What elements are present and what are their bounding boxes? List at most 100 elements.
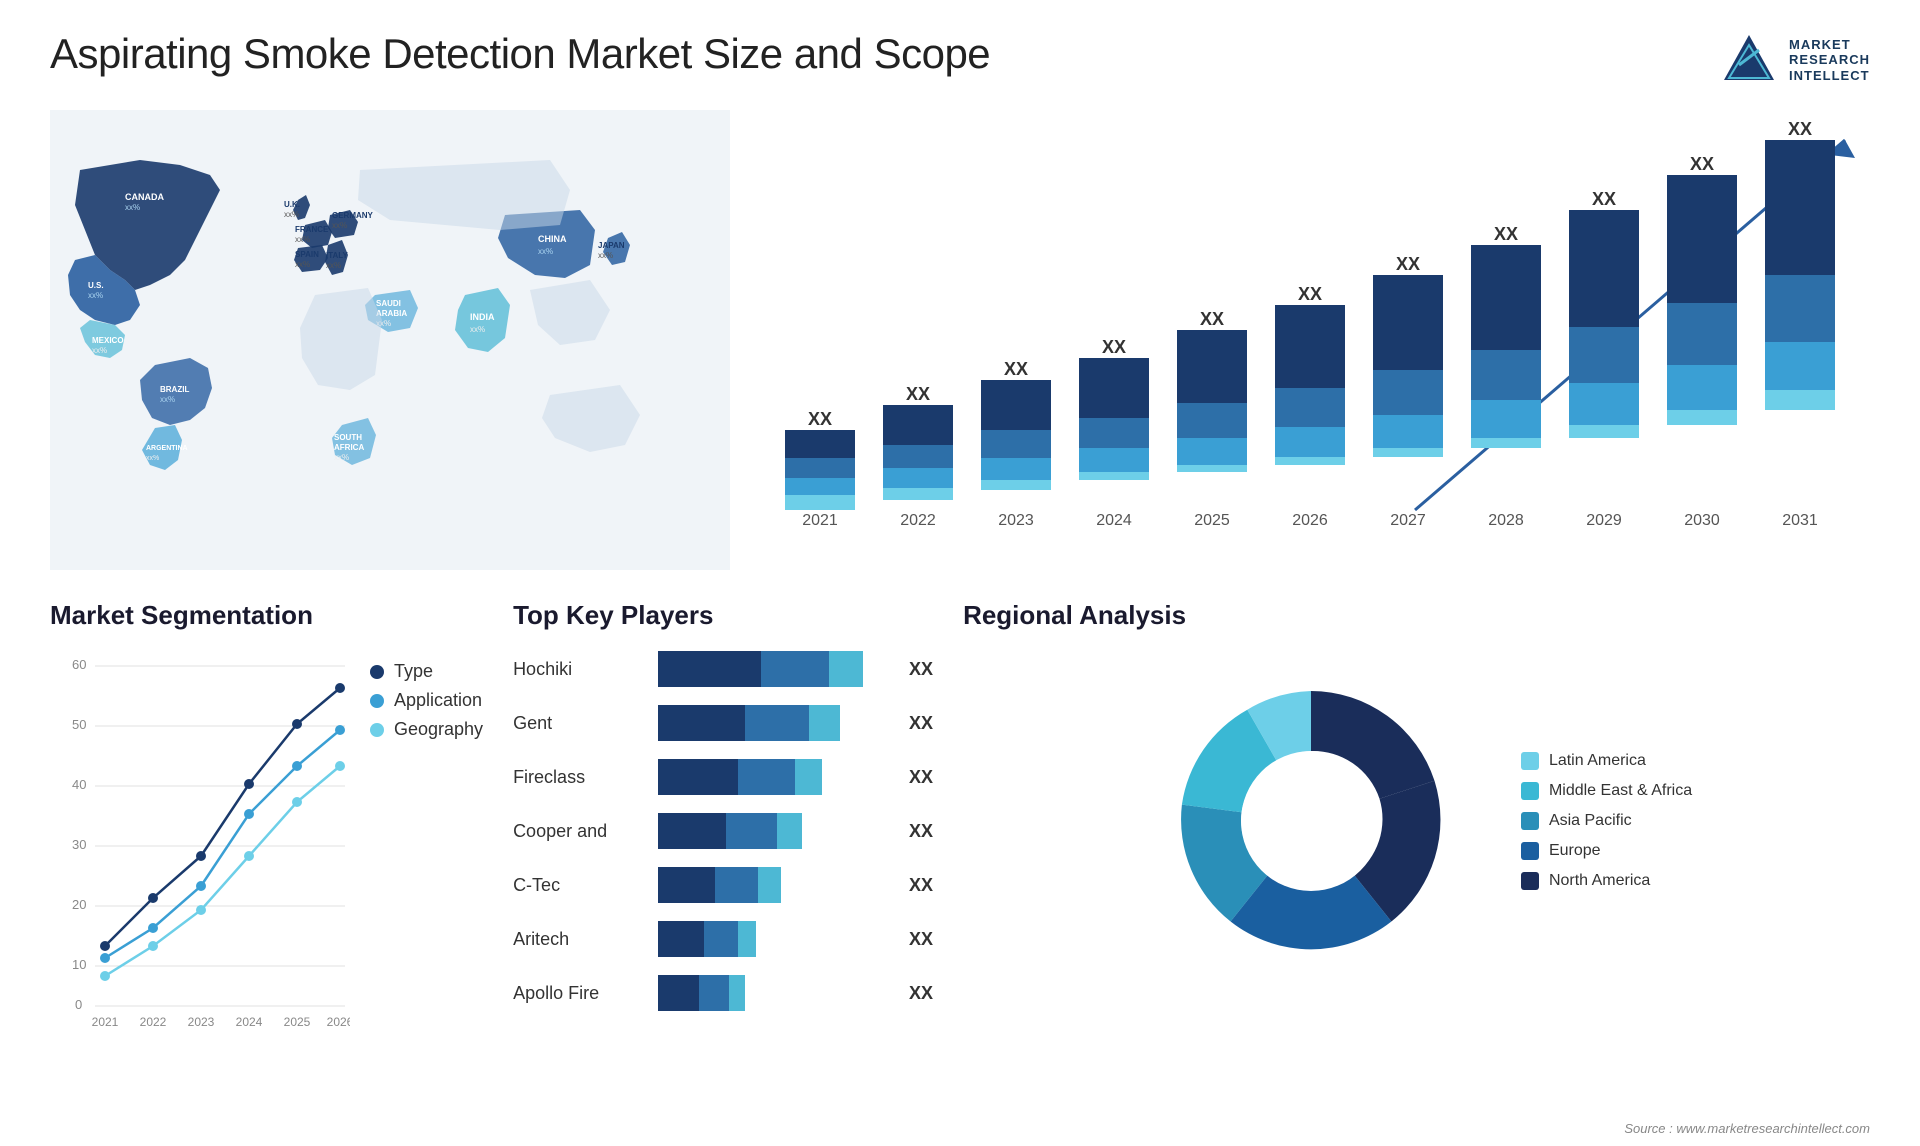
svg-text:SAUDI: SAUDI — [376, 299, 401, 308]
world-map: CANADA xx% U.S. xx% MEXICO xx% BRAZIL xx… — [50, 110, 730, 570]
player-name-fireclass: Fireclass — [513, 767, 643, 788]
svg-text:xx%: xx% — [125, 203, 140, 212]
svg-text:30: 30 — [72, 837, 86, 852]
asia-pacific-color — [1521, 812, 1539, 830]
player-row-cooper: Cooper and XX — [513, 813, 933, 849]
legend-mea: Middle East & Africa — [1521, 782, 1692, 800]
svg-text:XX: XX — [1494, 224, 1518, 244]
svg-text:2025: 2025 — [1194, 512, 1230, 529]
svg-text:2023: 2023 — [188, 1015, 215, 1029]
svg-text:xx%: xx% — [92, 346, 107, 355]
page-container: Aspirating Smoke Detection Market Size a… — [0, 0, 1920, 1146]
svg-text:2021: 2021 — [802, 512, 838, 529]
svg-text:50: 50 — [72, 717, 86, 732]
svg-text:2030: 2030 — [1684, 512, 1720, 529]
page-title: Aspirating Smoke Detection Market Size a… — [50, 30, 990, 78]
bar-chart-svg: XX 2021 XX 2022 XX 2023 — [760, 110, 1870, 570]
svg-text:xx%: xx% — [332, 221, 347, 230]
svg-text:GERMANY: GERMANY — [332, 211, 374, 220]
player-bar-fireclass — [658, 759, 886, 795]
fireclass-xx: XX — [909, 767, 933, 788]
segmentation-legend: Type Application Geography — [370, 661, 483, 1031]
legend-north-america: North America — [1521, 872, 1692, 890]
legend-europe: Europe — [1521, 842, 1692, 860]
logo-text: MARKET RESEARCH INTELLECT — [1789, 37, 1870, 84]
svg-text:ARABIA: ARABIA — [376, 309, 407, 318]
player-bar-apollo — [658, 975, 886, 1011]
svg-text:xx%: xx% — [295, 260, 310, 269]
player-bar-aritech — [658, 921, 886, 957]
segmentation-title: Market Segmentation — [50, 600, 483, 631]
svg-text:2024: 2024 — [236, 1015, 263, 1029]
player-list: Hochiki XX Gent — [513, 651, 933, 1011]
regional-section: Regional Analysis — [963, 600, 1870, 1080]
player-row-ctec: C-Tec XX — [513, 867, 933, 903]
legend-type: Type — [370, 661, 483, 682]
legend-application: Application — [370, 690, 483, 711]
donut-wrapper: Latin America Middle East & Africa Asia … — [963, 651, 1870, 991]
latin-america-color — [1521, 752, 1539, 770]
player-row-hochiki: Hochiki XX — [513, 651, 933, 687]
svg-text:40: 40 — [72, 777, 86, 792]
svg-text:ITALY: ITALY — [326, 251, 348, 260]
ctec-xx: XX — [909, 875, 933, 896]
segmentation-section: Market Segmentation 60 50 40 30 20 10 0 — [50, 600, 483, 1080]
mea-label: Middle East & Africa — [1549, 782, 1692, 800]
svg-text:2031: 2031 — [1782, 512, 1818, 529]
key-players-section: Top Key Players Hochiki XX Gent — [513, 600, 933, 1080]
svg-text:XX: XX — [1298, 284, 1322, 304]
player-row-gent: Gent XX — [513, 705, 933, 741]
svg-text:XX: XX — [1690, 154, 1714, 174]
svg-text:U.K.: U.K. — [284, 200, 300, 209]
mea-color — [1521, 782, 1539, 800]
svg-text:xx%: xx% — [470, 325, 485, 334]
north-america-label: North America — [1549, 872, 1650, 890]
svg-text:XX: XX — [1396, 254, 1420, 274]
svg-text:BRAZIL: BRAZIL — [160, 385, 189, 394]
svg-text:2027: 2027 — [1390, 512, 1426, 529]
asia-pacific-label: Asia Pacific — [1549, 812, 1632, 830]
player-row-aritech: Aritech XX — [513, 921, 933, 957]
svg-text:2029: 2029 — [1586, 512, 1622, 529]
legend-asia-pacific: Asia Pacific — [1521, 812, 1692, 830]
north-america-color — [1521, 872, 1539, 890]
svg-text:XX: XX — [808, 409, 832, 429]
geography-dot — [370, 723, 384, 737]
logo-icon — [1719, 30, 1779, 90]
svg-text:60: 60 — [72, 657, 86, 672]
svg-text:CHINA: CHINA — [538, 234, 567, 244]
apollo-xx: XX — [909, 983, 933, 1004]
player-bar-hochiki — [658, 651, 886, 687]
svg-text:xx%: xx% — [334, 453, 349, 462]
svg-text:10: 10 — [72, 957, 86, 972]
player-name-gent: Gent — [513, 713, 643, 734]
svg-text:2026: 2026 — [327, 1015, 350, 1029]
type-label: Type — [394, 661, 433, 682]
donut-chart-v2 — [1141, 651, 1481, 991]
svg-text:20: 20 — [72, 897, 86, 912]
svg-text:xx%: xx% — [326, 261, 341, 270]
europe-label: Europe — [1549, 842, 1601, 860]
top-row: CANADA xx% U.S. xx% MEXICO xx% BRAZIL xx… — [50, 110, 1870, 570]
player-bar-ctec — [658, 867, 886, 903]
donut-legend: Latin America Middle East & Africa Asia … — [1521, 752, 1692, 890]
player-name-ctec: C-Tec — [513, 875, 643, 896]
aritech-xx: XX — [909, 929, 933, 950]
geography-label: Geography — [394, 719, 483, 740]
svg-text:xx%: xx% — [295, 235, 310, 244]
source-line: Source : www.marketresearchintellect.com — [1624, 1121, 1870, 1136]
segmentation-chart: 60 50 40 30 20 10 0 2021 — [50, 651, 350, 1031]
svg-text:ARGENTINA: ARGENTINA — [146, 445, 188, 452]
svg-text:2026: 2026 — [1292, 512, 1328, 529]
svg-text:xx%: xx% — [160, 395, 175, 404]
svg-text:XX: XX — [906, 384, 930, 404]
svg-text:SPAIN: SPAIN — [295, 250, 319, 259]
svg-text:MEXICO: MEXICO — [92, 336, 124, 345]
regional-title: Regional Analysis — [963, 600, 1870, 631]
application-dot — [370, 694, 384, 708]
bar-chart-section: XX 2021 XX 2022 XX 2023 — [760, 110, 1870, 570]
latin-america-label: Latin America — [1549, 752, 1646, 770]
legend-geography: Geography — [370, 719, 483, 740]
svg-text:0: 0 — [75, 997, 82, 1012]
svg-text:XX: XX — [1102, 337, 1126, 357]
